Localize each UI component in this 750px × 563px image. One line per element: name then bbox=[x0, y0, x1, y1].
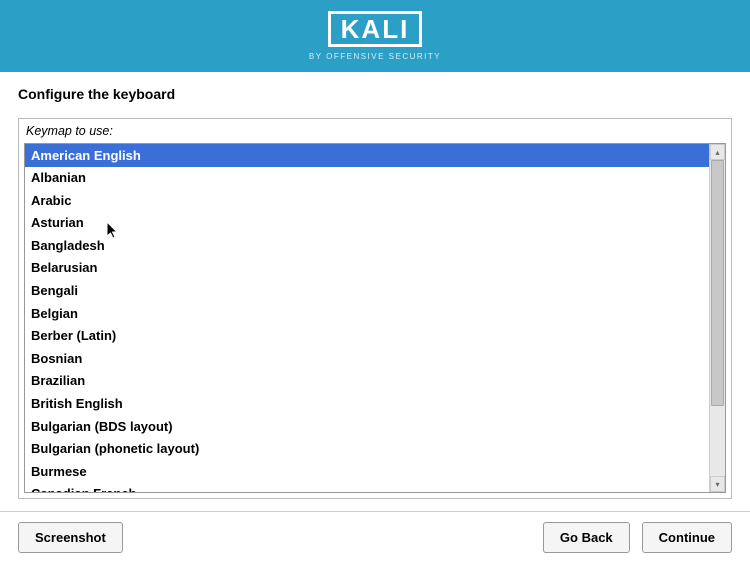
keymap-item[interactable]: Belarusian bbox=[25, 257, 709, 280]
keymap-item[interactable]: Berber (Latin) bbox=[25, 325, 709, 348]
keymap-item[interactable]: Bulgarian (BDS layout) bbox=[25, 415, 709, 438]
keymap-item[interactable]: Bengali bbox=[25, 280, 709, 303]
scroll-down-button[interactable]: ▾ bbox=[710, 476, 725, 492]
page-title: Configure the keyboard bbox=[18, 86, 732, 102]
footer-bar: Screenshot Go Back Continue bbox=[0, 511, 750, 563]
go-back-button[interactable]: Go Back bbox=[543, 522, 630, 553]
installer-header: KALI BY OFFENSIVE SECURITY bbox=[0, 0, 750, 72]
scroll-up-button[interactable]: ▴ bbox=[710, 144, 725, 160]
kali-logo: KALI bbox=[328, 11, 423, 47]
keymap-listbox-container: American EnglishAlbanianArabicAsturianBa… bbox=[24, 143, 726, 493]
keymap-listbox[interactable]: American EnglishAlbanianArabicAsturianBa… bbox=[25, 144, 709, 492]
keymap-item[interactable]: Bulgarian (phonetic layout) bbox=[25, 438, 709, 461]
keymap-item[interactable]: Bosnian bbox=[25, 347, 709, 370]
keymap-item[interactable]: American English bbox=[25, 144, 709, 167]
scrollbar[interactable]: ▴ ▾ bbox=[709, 144, 725, 492]
keymap-item[interactable]: Arabic bbox=[25, 189, 709, 212]
logo-text: KALI bbox=[341, 16, 410, 42]
scroll-thumb[interactable] bbox=[711, 160, 724, 406]
keymap-item[interactable]: Asturian bbox=[25, 212, 709, 235]
keymap-item[interactable]: Belgian bbox=[25, 302, 709, 325]
logo-subtitle: BY OFFENSIVE SECURITY bbox=[309, 52, 441, 61]
keymap-panel: Keymap to use: American EnglishAlbanianA… bbox=[18, 118, 732, 499]
keymap-label: Keymap to use: bbox=[24, 124, 726, 143]
keymap-item[interactable]: Brazilian bbox=[25, 370, 709, 393]
keymap-item[interactable]: British English bbox=[25, 393, 709, 416]
scroll-track[interactable] bbox=[710, 160, 725, 476]
continue-button[interactable]: Continue bbox=[642, 522, 732, 553]
content-area: Configure the keyboard Keymap to use: Am… bbox=[0, 72, 750, 499]
screenshot-button[interactable]: Screenshot bbox=[18, 522, 123, 553]
keymap-item[interactable]: Burmese bbox=[25, 460, 709, 483]
keymap-item[interactable]: Canadian French bbox=[25, 483, 709, 492]
keymap-item[interactable]: Albanian bbox=[25, 167, 709, 190]
keymap-item[interactable]: Bangladesh bbox=[25, 234, 709, 257]
